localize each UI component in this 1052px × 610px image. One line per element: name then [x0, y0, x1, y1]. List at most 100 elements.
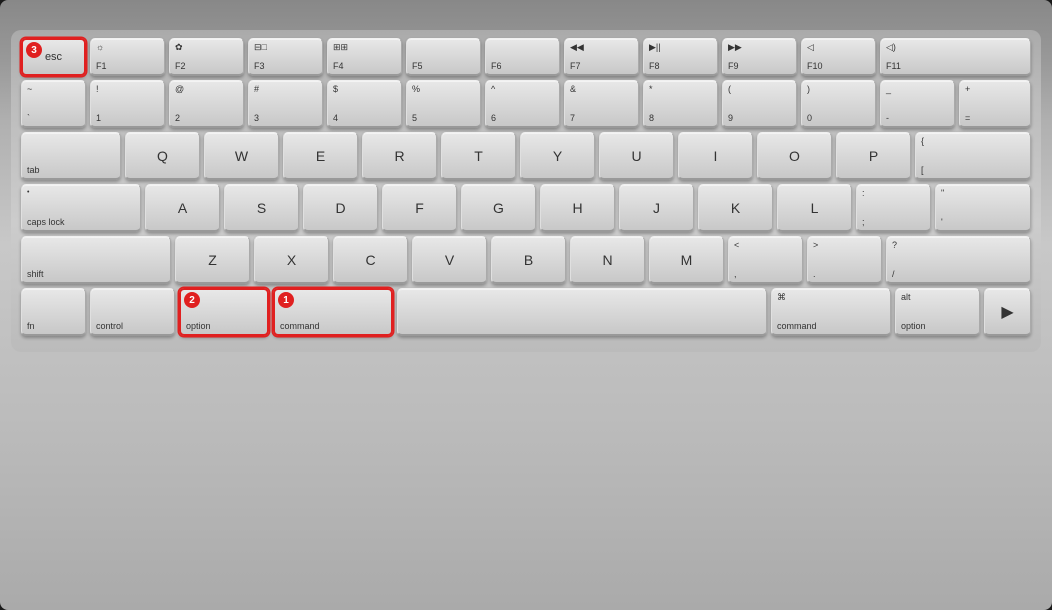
u-label: U [631, 148, 641, 164]
key-s[interactable]: S [224, 184, 299, 232]
key-f9[interactable]: ▶▶ F9 [722, 38, 797, 76]
key-semicolon[interactable]: : ; [856, 184, 931, 232]
f5-label: F5 [412, 62, 423, 71]
key-z[interactable]: Z [175, 236, 250, 284]
key-equals[interactable]: + = [959, 80, 1031, 128]
key-f1[interactable]: ☼ F1 [90, 38, 165, 76]
key-u[interactable]: U [599, 132, 674, 180]
key-c[interactable]: C [333, 236, 408, 284]
key-v[interactable]: V [412, 236, 487, 284]
f9-label: F9 [728, 62, 739, 71]
key-f6[interactable]: F6 [485, 38, 560, 76]
backtick-bottom: ` [27, 114, 30, 123]
z-label: Z [208, 252, 217, 268]
key-7[interactable]: & 7 [564, 80, 639, 128]
key-w[interactable]: W [204, 132, 279, 180]
key-6[interactable]: ^ 6 [485, 80, 560, 128]
key-r[interactable]: R [362, 132, 437, 180]
key-b[interactable]: B [491, 236, 566, 284]
key-backtick[interactable]: ~ ` [21, 80, 86, 128]
key-f4[interactable]: ⊞⊞ F4 [327, 38, 402, 76]
key-e[interactable]: E [283, 132, 358, 180]
key-n[interactable]: N [570, 236, 645, 284]
key7-bottom: 7 [570, 114, 575, 123]
key-4[interactable]: $ 4 [327, 80, 402, 128]
key-tab[interactable]: tab [21, 132, 121, 180]
key-option-left[interactable]: 2 alt option [179, 288, 269, 336]
p-label: P [869, 148, 878, 164]
key-d[interactable]: D [303, 184, 378, 232]
key-shift-left[interactable]: shift [21, 236, 171, 284]
key-m[interactable]: M [649, 236, 724, 284]
key-space[interactable]: space [397, 288, 767, 336]
equals-top: + [965, 85, 970, 94]
f7-icon: ◀◀ [570, 43, 584, 52]
f6-label: F6 [491, 62, 502, 71]
g-label: G [493, 200, 504, 216]
key-t[interactable]: T [441, 132, 516, 180]
n-label: N [602, 252, 612, 268]
key-2[interactable]: @ 2 [169, 80, 244, 128]
key-j[interactable]: J [619, 184, 694, 232]
key-i[interactable]: I [678, 132, 753, 180]
key-l[interactable]: L [777, 184, 852, 232]
key-y[interactable]: Y [520, 132, 595, 180]
f1-label: F1 [96, 62, 107, 71]
d-label: D [335, 200, 345, 216]
key-minus[interactable]: _ - [880, 80, 955, 128]
key3-top: # [254, 85, 259, 94]
t-label: T [474, 148, 483, 164]
key-q[interactable]: Q [125, 132, 200, 180]
key3-bottom: 3 [254, 114, 259, 123]
key-command-left[interactable]: 1 ⌘ command [273, 288, 393, 336]
arrow-right-label: ▶ [1001, 302, 1013, 322]
key-f10[interactable]: ◁ F10 [801, 38, 876, 76]
fn-label: fn [27, 322, 35, 331]
badge-2: 2 [184, 292, 200, 308]
key-quote[interactable]: " ' [935, 184, 1031, 232]
keyboard-background: 3 esc ☼ F1 ✿ F2 ⊟□ F3 ⊞⊞ F4 F5 [0, 0, 1052, 610]
key-a[interactable]: A [145, 184, 220, 232]
key-comma[interactable]: < , [728, 236, 803, 284]
key-f8[interactable]: ▶|| F8 [643, 38, 718, 76]
key-fn[interactable]: fn [21, 288, 86, 336]
key-slash[interactable]: ? / [886, 236, 1031, 284]
badge-3: 3 [26, 42, 42, 58]
key-p[interactable]: P [836, 132, 911, 180]
key-bracket-open[interactable]: { [ [915, 132, 1031, 180]
key-g[interactable]: G [461, 184, 536, 232]
key-h[interactable]: H [540, 184, 615, 232]
key-1[interactable]: ! 1 [90, 80, 165, 128]
key-period[interactable]: > . [807, 236, 882, 284]
badge-1: 1 [278, 292, 294, 308]
i-label: I [714, 148, 718, 164]
key-option-right[interactable]: alt option [895, 288, 980, 336]
key-9[interactable]: ( 9 [722, 80, 797, 128]
slash-top: ? [892, 241, 897, 250]
key-5[interactable]: % 5 [406, 80, 481, 128]
f2-label: F2 [175, 62, 186, 71]
key-0[interactable]: ) 0 [801, 80, 876, 128]
key-f5[interactable]: F5 [406, 38, 481, 76]
key2-top: @ [175, 85, 184, 94]
key-f11[interactable]: ◁) F11 [880, 38, 1031, 76]
key-command-right[interactable]: ⌘ command [771, 288, 891, 336]
key-arrow-right[interactable]: ▶ [984, 288, 1031, 336]
key-k[interactable]: K [698, 184, 773, 232]
key-caps-lock[interactable]: • caps lock [21, 184, 141, 232]
f10-icon: ◁ [807, 43, 814, 52]
key-f[interactable]: F [382, 184, 457, 232]
key-f2[interactable]: ✿ F2 [169, 38, 244, 76]
key-f7[interactable]: ◀◀ F7 [564, 38, 639, 76]
f3-label: F3 [254, 62, 265, 71]
key-o[interactable]: O [757, 132, 832, 180]
key9-top: ( [728, 85, 731, 94]
key-8[interactable]: * 8 [643, 80, 718, 128]
key0-bottom: 0 [807, 114, 812, 123]
shift-label: shift [27, 270, 44, 279]
key-x[interactable]: X [254, 236, 329, 284]
key-esc[interactable]: 3 esc [21, 38, 86, 76]
key-control[interactable]: control [90, 288, 175, 336]
key-f3[interactable]: ⊟□ F3 [248, 38, 323, 76]
key-3[interactable]: # 3 [248, 80, 323, 128]
